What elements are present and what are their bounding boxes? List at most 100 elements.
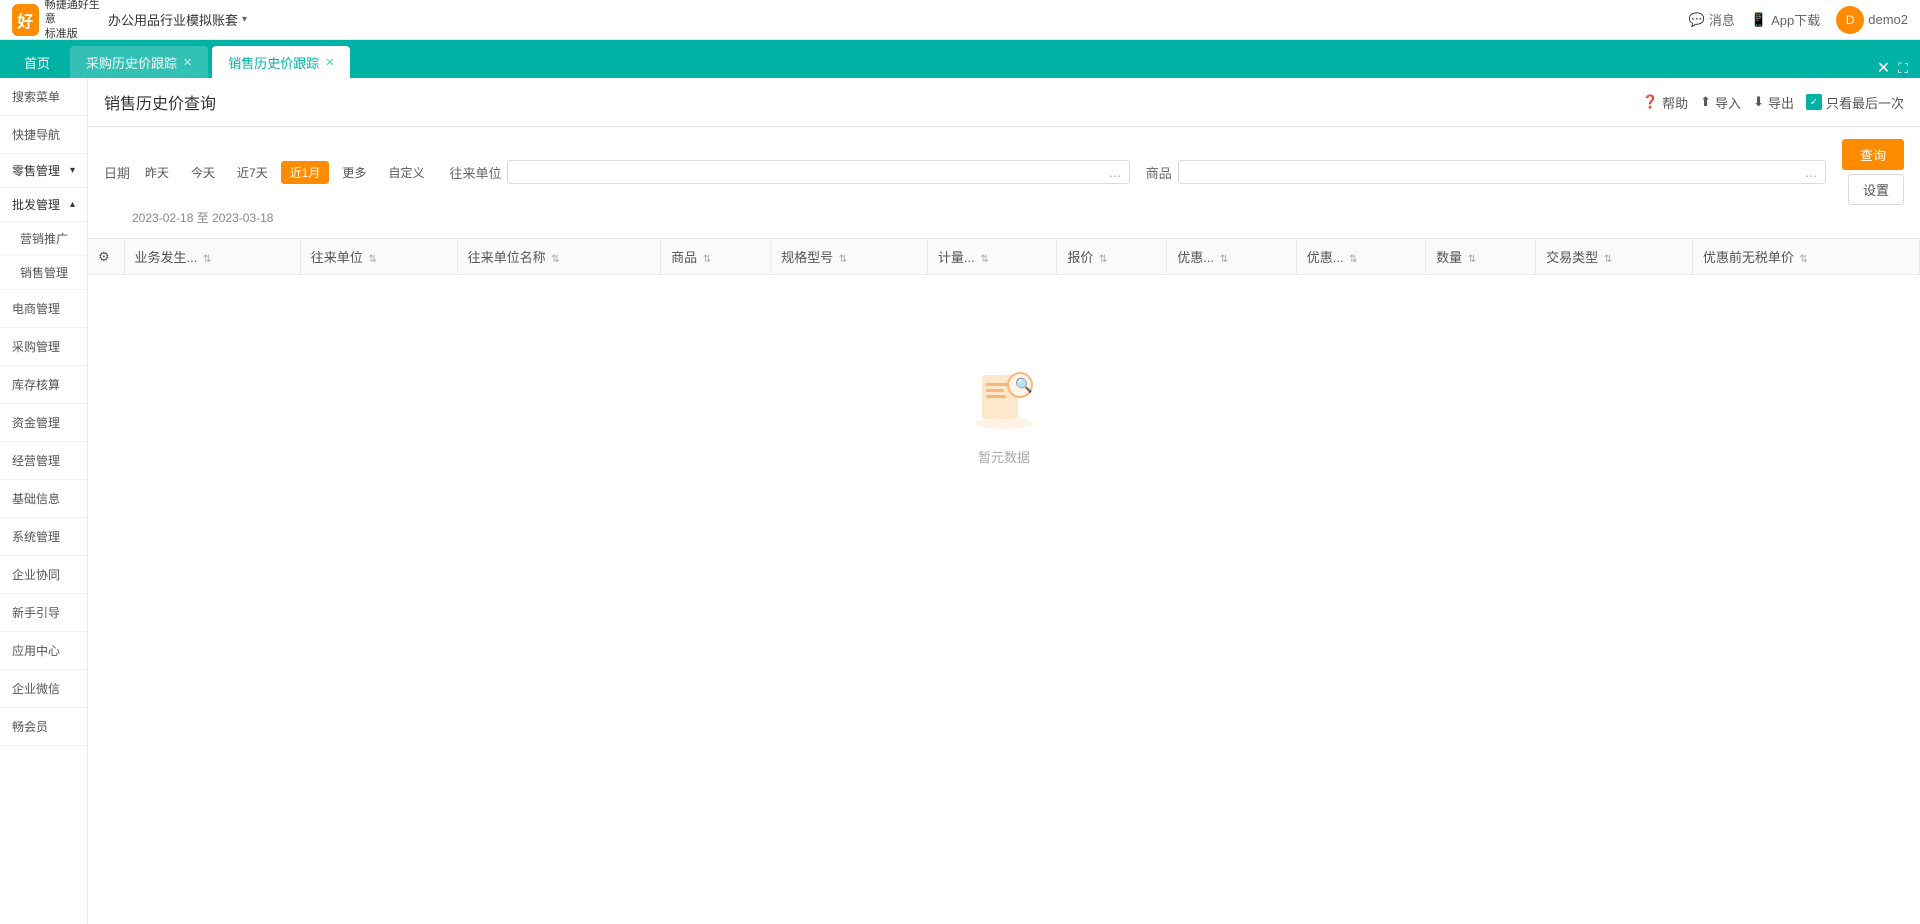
table-container: ⚙ 业务发生... ⇅ 往来单位 ⇅ 往来单位名称 ⇅ — [88, 239, 1920, 924]
export-icon: ⬇ — [1753, 94, 1764, 110]
only-last-checkbox-area[interactable]: ✓ 只看最后一次 — [1806, 93, 1904, 112]
date-btn-1month[interactable]: 近1月 — [281, 161, 330, 184]
import-button[interactable]: ⬆ 导入 — [1700, 93, 1741, 112]
settings-button[interactable]: 设置 — [1848, 174, 1904, 205]
date-btn-7days[interactable]: 近7天 — [228, 161, 277, 184]
from-unit-input[interactable] — [516, 165, 1109, 180]
wholesale-expand-icon: ▴ — [70, 199, 75, 210]
th-quantity[interactable]: 数量 ⇅ — [1426, 239, 1536, 275]
date-btn-custom[interactable]: 自定义 — [379, 161, 433, 184]
date-btn-more[interactable]: 更多 — [333, 161, 375, 184]
sidebar-item-marketing[interactable]: 营销推广 — [0, 222, 87, 256]
sidebar-item-ecommerce[interactable]: 电商管理 — [0, 290, 87, 328]
from-unit-picker-icon[interactable]: ... — [1109, 164, 1121, 180]
th-biz-date[interactable]: 业务发生... ⇅ — [124, 239, 300, 275]
message-button[interactable]: 💬 消息 — [1689, 10, 1735, 29]
sidebar-item-basic-info[interactable]: 基础信息 — [0, 480, 87, 518]
table-header: ⚙ 业务发生... ⇅ 往来单位 ⇅ 往来单位名称 ⇅ — [88, 239, 1920, 275]
th-unit-code[interactable]: 往来单位 ⇅ — [300, 239, 457, 275]
top-bar: 好 畅捷通好生意 标准版 办公用品行业模拟账套 ▾ 💬 消息 📱 App下载 D… — [0, 0, 1920, 40]
query-button[interactable]: 查询 — [1842, 139, 1904, 170]
svg-text:🔍: 🔍 — [1015, 376, 1032, 394]
date-range-text: 2023-02-18 至 2023-03-18 — [132, 211, 273, 225]
sidebar-item-operations[interactable]: 经营管理 — [0, 442, 87, 480]
th-unit-name[interactable]: 往来单位名称 ⇅ — [457, 239, 661, 275]
sidebar-item-wechat[interactable]: 企业微信 — [0, 670, 87, 708]
tab-sales-history[interactable]: 销售历史价跟踪 ✕ — [212, 46, 350, 78]
product-label: 商品 — [1146, 163, 1172, 182]
table-header-row: ⚙ 业务发生... ⇅ 往来单位 ⇅ 往来单位名称 ⇅ — [88, 239, 1920, 275]
app-download-button[interactable]: 📱 App下载 — [1751, 10, 1820, 29]
filter-product: 商品 ... — [1146, 160, 1826, 184]
th-discount2[interactable]: 优惠... ⇅ — [1296, 239, 1425, 275]
date-label: 日期 — [104, 163, 130, 182]
data-table: ⚙ 业务发生... ⇅ 往来单位 ⇅ 往来单位名称 ⇅ — [88, 239, 1920, 275]
app-title-dropdown-icon: ▾ — [242, 14, 247, 25]
th-product[interactable]: 商品 ⇅ — [661, 239, 771, 275]
filter-row: 日期 昨天 今天 近7天 近1月 更多 自定义 往来单位 — [104, 139, 1904, 205]
date-buttons: 昨天 今天 近7天 近1月 更多 自定义 — [136, 161, 433, 184]
sort-icon-unit-code: ⇅ — [368, 254, 376, 265]
sidebar-item-search[interactable]: 搜索菜单 — [0, 78, 87, 116]
filter-from-unit: 往来单位 ... — [449, 160, 1129, 184]
th-price[interactable]: 报价 ⇅ — [1057, 239, 1167, 275]
th-trade-type[interactable]: 交易类型 ⇅ — [1536, 239, 1693, 275]
tab-close-all-icon[interactable]: ✕ — [1877, 58, 1890, 78]
retail-expand-icon: ▾ — [70, 165, 75, 176]
product-input[interactable] — [1187, 165, 1806, 180]
product-picker-icon[interactable]: ... — [1805, 164, 1817, 180]
filter-area: 日期 昨天 今天 近7天 近1月 更多 自定义 往来单位 — [88, 127, 1920, 239]
sort-icon-biz-date: ⇅ — [203, 254, 211, 265]
sidebar-item-vip[interactable]: 畅会员 — [0, 708, 87, 746]
sidebar-item-purchase[interactable]: 采购管理 — [0, 328, 87, 366]
sort-icon-price: ⇅ — [1099, 254, 1107, 265]
sidebar-item-newbie[interactable]: 新手引导 — [0, 594, 87, 632]
app-title[interactable]: 办公用品行业模拟账套 ▾ — [108, 10, 247, 29]
sidebar-item-app-center[interactable]: 应用中心 — [0, 632, 87, 670]
th-settings[interactable]: ⚙ — [88, 239, 124, 275]
tab-home[interactable]: 首页 — [8, 46, 66, 78]
sidebar-item-sales-manage[interactable]: 销售管理 — [0, 256, 87, 290]
sidebar-item-enterprise[interactable]: 企业协同 — [0, 556, 87, 594]
th-discount1[interactable]: 优惠... ⇅ — [1167, 239, 1296, 275]
export-button[interactable]: ⬇ 导出 — [1753, 93, 1794, 112]
help-button[interactable]: ❓ 帮助 — [1642, 93, 1688, 112]
th-unit[interactable]: 计量... ⇅ — [927, 239, 1056, 275]
empty-text: 暂元数据 — [978, 447, 1030, 466]
page-actions: ❓ 帮助 ⬆ 导入 ⬇ 导出 ✓ 只看最后一次 — [1642, 93, 1904, 112]
content-area: 销售历史价查询 ❓ 帮助 ⬆ 导入 ⬇ 导出 ✓ 只看最后一次 — [88, 78, 1920, 924]
sort-icon-product: ⇅ — [703, 254, 711, 265]
message-icon: 💬 — [1689, 12, 1705, 28]
user-area[interactable]: D demo2 — [1836, 6, 1908, 34]
sidebar-item-inventory[interactable]: 库存核算 — [0, 366, 87, 404]
sort-icon-unit: ⇅ — [980, 254, 988, 265]
date-btn-yesterday[interactable]: 昨天 — [136, 161, 178, 184]
sort-icon-discount1: ⇅ — [1220, 254, 1228, 265]
sidebar-section-wholesale[interactable]: 批发管理 ▴ — [0, 188, 87, 222]
tab-purchase-history[interactable]: 采购历史价跟踪 ✕ — [70, 46, 208, 78]
sort-icon-pretax-price: ⇅ — [1800, 254, 1808, 265]
avatar: D — [1836, 6, 1864, 34]
filter-right: 查询 设置 — [1842, 139, 1904, 205]
th-spec[interactable]: 规格型号 ⇅ — [771, 239, 928, 275]
page-header: 销售历史价查询 ❓ 帮助 ⬆ 导入 ⬇ 导出 ✓ 只看最后一次 — [88, 78, 1920, 127]
sidebar-section-retail[interactable]: 零售管理 ▾ — [0, 154, 87, 188]
only-last-checkbox[interactable]: ✓ — [1806, 94, 1822, 110]
sort-icon-quantity: ⇅ — [1468, 254, 1476, 265]
from-unit-input-area[interactable]: ... — [507, 160, 1129, 184]
sort-icon-unit-name: ⇅ — [551, 254, 559, 265]
sidebar-item-quicknav[interactable]: 快捷导航 — [0, 116, 87, 154]
logo-icon: 好 — [12, 4, 39, 36]
product-input-area[interactable]: ... — [1178, 160, 1826, 184]
th-pretax-price[interactable]: 优惠前无税单价 ⇅ — [1692, 239, 1919, 275]
page-title: 销售历史价查询 — [104, 90, 216, 114]
tab-sales-close-icon[interactable]: ✕ — [325, 56, 334, 69]
from-unit-label: 往来单位 — [449, 163, 501, 182]
sidebar-item-system[interactable]: 系统管理 — [0, 518, 87, 556]
tab-purchase-close-icon[interactable]: ✕ — [183, 56, 192, 69]
tab-expand-icon[interactable]: ⛶ — [1898, 60, 1908, 77]
date-btn-today[interactable]: 今天 — [182, 161, 224, 184]
empty-icon: 🔍 — [964, 355, 1044, 435]
sidebar-item-finance[interactable]: 资金管理 — [0, 404, 87, 442]
top-bar-left: 好 畅捷通好生意 标准版 办公用品行业模拟账套 ▾ — [12, 0, 247, 41]
